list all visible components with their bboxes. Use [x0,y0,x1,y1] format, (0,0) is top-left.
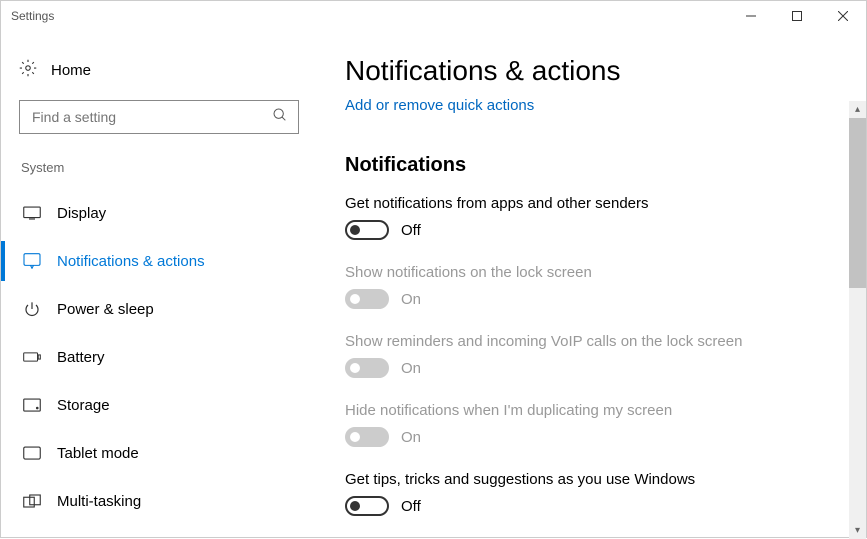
minimize-button[interactable] [728,1,774,31]
toggle-state: On [401,291,421,308]
setting-label: Show notifications on the lock screen [345,264,846,281]
setting-label: Show reminders and incoming VoIP calls o… [345,333,846,350]
main-panel: Notifications & actions Add or remove qu… [321,31,866,539]
maximize-button[interactable] [774,1,820,31]
sidebar-item-label: Storage [57,397,110,414]
search-input[interactable] [30,108,272,126]
sidebar-item-tablet[interactable]: Tablet mode [19,429,299,477]
setting-label: Get tips, tricks and suggestions as you … [345,471,846,488]
toggle-state: Off [401,222,421,239]
sidebar-item-storage[interactable]: Storage [19,381,299,429]
sidebar: Home System Display Notifications & acti… [1,31,321,539]
sidebar-item-label: Battery [57,349,105,366]
toggle-state: Off [401,498,421,515]
toggle-state: On [401,360,421,377]
sidebar-item-notifications[interactable]: Notifications & actions [19,237,299,285]
sidebar-item-battery[interactable]: Battery [19,333,299,381]
battery-icon [23,351,41,363]
title-bar: Settings [1,1,866,31]
close-button[interactable] [820,1,866,31]
sidebar-item-power[interactable]: Power & sleep [19,285,299,333]
setting-lock-screen: Show notifications on the lock screen On [345,264,846,309]
setting-notifications-apps: Get notifications from apps and other se… [345,195,846,240]
toggle-switch [345,427,389,447]
setting-voip-lock: Show reminders and incoming VoIP calls o… [345,333,846,378]
window-title: Settings [11,9,728,23]
power-icon [23,301,41,317]
scroll-down-arrow[interactable]: ▾ [849,522,866,539]
setting-tips: Get tips, tricks and suggestions as you … [345,471,846,516]
display-icon [23,206,41,220]
sidebar-item-label: Display [57,205,106,222]
gear-icon [19,59,37,82]
setting-duplicating: Hide notifications when I'm duplicating … [345,402,846,447]
sidebar-item-label: Multi-tasking [57,493,141,510]
tablet-icon [23,446,41,460]
home-button[interactable]: Home [19,49,299,100]
search-icon [272,107,288,128]
category-label: System [19,160,299,175]
toggle-switch [345,358,389,378]
toggle-switch[interactable] [345,496,389,516]
scrollbar[interactable]: ▴ ▾ [849,101,866,539]
sidebar-item-multitasking[interactable]: Multi-tasking [19,477,299,525]
setting-label: Hide notifications when I'm duplicating … [345,402,846,419]
scroll-up-arrow[interactable]: ▴ [849,101,866,118]
page-title: Notifications & actions [345,55,846,87]
toggle-switch [345,289,389,309]
sidebar-item-label: Power & sleep [57,301,154,318]
storage-icon [23,398,41,412]
section-heading: Notifications [345,154,846,177]
setting-label: Get notifications from apps and other se… [345,195,846,212]
toggle-switch[interactable] [345,220,389,240]
sidebar-item-label: Notifications & actions [57,253,205,270]
sidebar-item-display[interactable]: Display [19,189,299,237]
home-label: Home [51,62,91,79]
multitasking-icon [23,494,41,508]
scroll-thumb[interactable] [849,118,866,288]
notifications-icon [23,253,41,269]
quick-actions-link[interactable]: Add or remove quick actions [345,97,534,114]
search-box[interactable] [19,100,299,134]
sidebar-item-label: Tablet mode [57,445,139,462]
toggle-state: On [401,429,421,446]
